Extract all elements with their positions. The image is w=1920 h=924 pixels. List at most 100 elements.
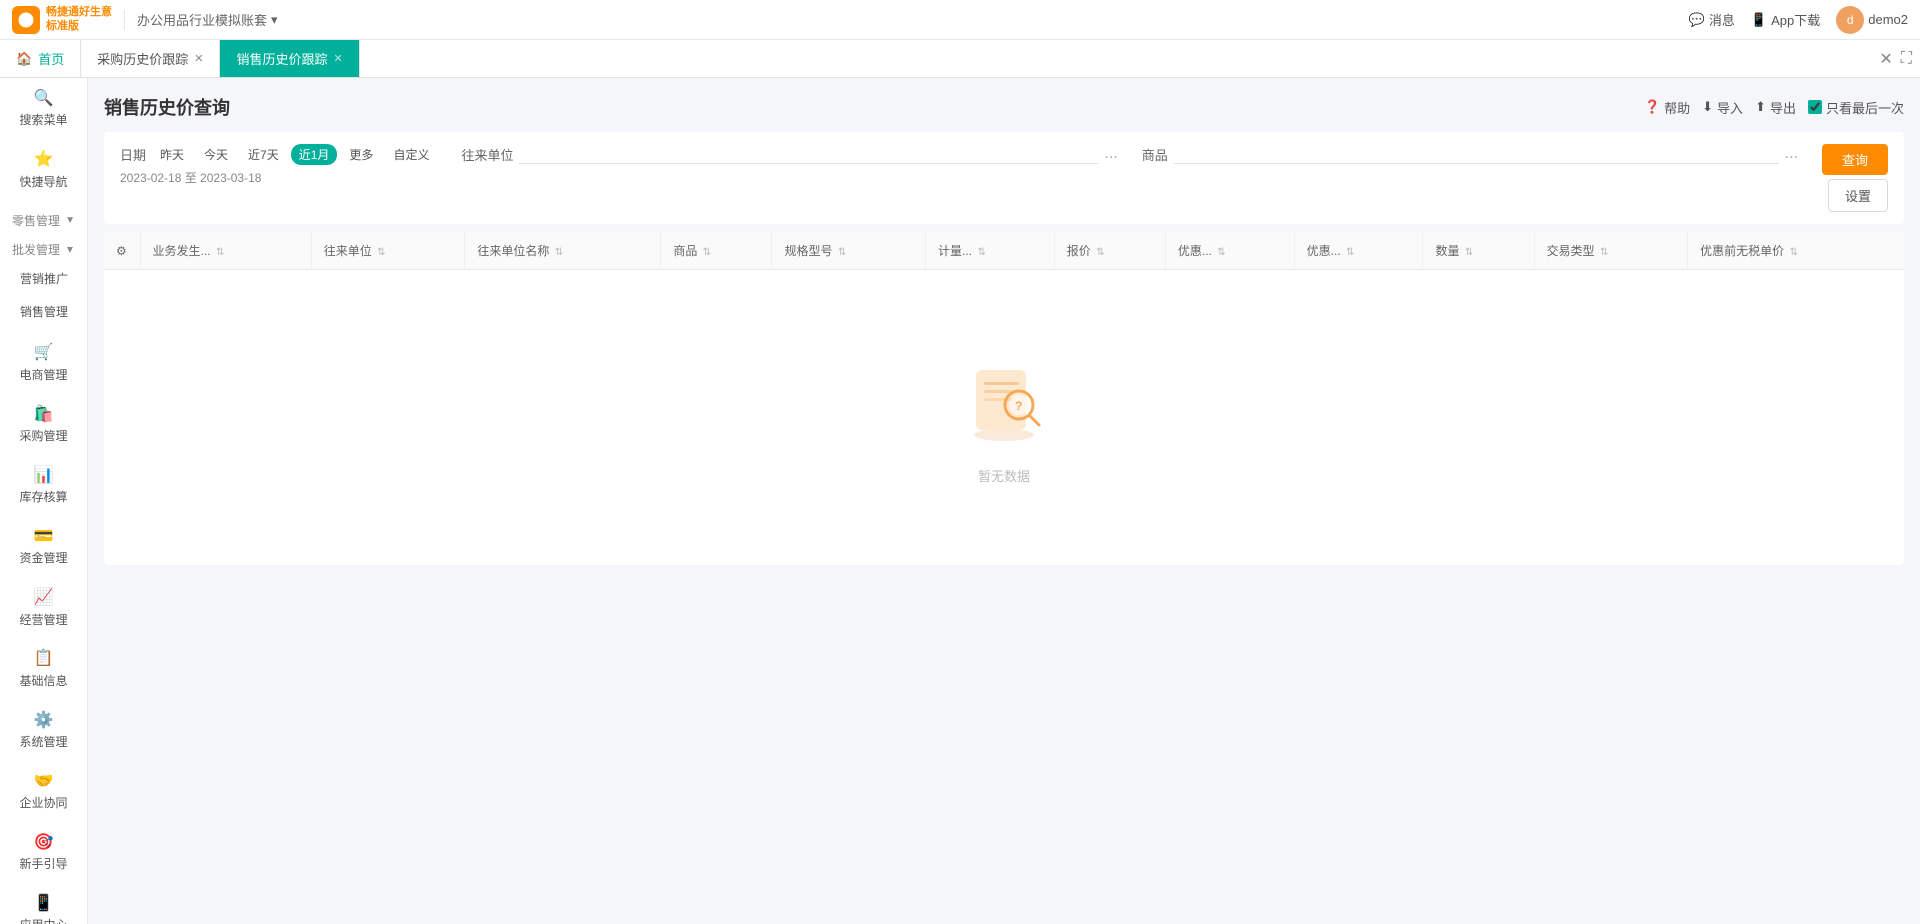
sidebar-item-search-menu[interactable]: 🔍 搜索菜单 [0, 78, 87, 139]
export-button[interactable]: ⬆ 导出 [1755, 98, 1796, 117]
ecommerce-icon: 🛒 [34, 342, 54, 364]
table-col-quantity[interactable]: 数量 ⇅ [1423, 232, 1534, 270]
date-btn-custom[interactable]: 自定义 [385, 144, 437, 165]
page-title: 销售历史价查询 [104, 94, 230, 120]
table-col-spec[interactable]: 规格型号 ⇅ [772, 232, 926, 270]
date-btn-today[interactable]: 今天 [196, 144, 236, 165]
date-btn-7days[interactable]: 近7天 [240, 144, 287, 165]
search-icon: 🔍 [34, 88, 54, 110]
table-header-row: ⚙ 业务发生... ⇅ 往来单位 ⇅ 往来单位名称 [104, 232, 1904, 270]
sidebar-item-ecommerce-mgmt[interactable]: 🛒 电商管理 [0, 332, 87, 393]
topbar: 6 畅捷通好生意 标准版 办公用品行业模拟账套 ▾ 💬 消息 📱 App下载 d… [0, 0, 1920, 40]
date-filter-label: 日期 [120, 145, 146, 164]
basic-info-icon: 📋 [34, 648, 54, 670]
sidebar-item-basic-info[interactable]: 📋 基础信息 [0, 638, 87, 699]
avatar: d [1836, 6, 1864, 34]
help-icon: ❓ [1644, 99, 1660, 115]
message-action[interactable]: 💬 消息 [1689, 10, 1735, 29]
chevron-down-icon: ▼ [65, 215, 75, 226]
logo-area[interactable]: 6 畅捷通好生意 标准版 [12, 6, 112, 34]
guide-icon: 🎯 [34, 832, 54, 854]
date-btn-1month[interactable]: 近1月 [291, 144, 338, 165]
close-all-tabs-button[interactable]: ✕ [1879, 49, 1892, 69]
empty-illustration: ? [954, 350, 1054, 450]
topbar-left: 6 畅捷通好生意 标准版 办公用品行业模拟账套 ▾ [12, 6, 278, 34]
app-center-icon: 📱 [34, 893, 54, 915]
date-btn-yesterday[interactable]: 昨天 [152, 144, 192, 165]
sidebar-item-enterprise-collab[interactable]: 🤝 企业协同 [0, 761, 87, 822]
logo-icon: 6 [12, 6, 40, 34]
page-content: 销售历史价查询 ❓ 帮助 ⬇ 导入 ⬆ 导出 [88, 78, 1920, 924]
table-col-discount2[interactable]: 优惠... ⇅ [1294, 232, 1423, 270]
sidebar: 🔍 搜索菜单 ⭐ 快捷导航 零售管理 ▼ 批发管理 ▲ 营销推广 销售管理 🛒 … [0, 78, 88, 924]
query-button[interactable]: 查询 [1822, 144, 1888, 175]
inventory-icon: 📊 [34, 465, 54, 487]
sidebar-item-quick-nav[interactable]: ⭐ 快捷导航 [0, 139, 87, 200]
close-tab-purchase-icon[interactable]: ✕ [194, 52, 203, 65]
sidebar-item-newbie-guide[interactable]: 🎯 新手引导 [0, 822, 87, 883]
purchase-icon: 🛍️ [34, 404, 54, 426]
sort-icon-pre-tax-price: ⇅ [1789, 247, 1797, 258]
table-col-partner-code[interactable]: 往来单位 ⇅ [311, 232, 465, 270]
tab-sales-history[interactable]: 销售历史价跟踪 ✕ [220, 40, 359, 77]
sidebar-item-app-center[interactable]: 📱 应用中心 [0, 883, 87, 924]
goods-input[interactable] [1174, 144, 1779, 164]
sidebar-item-retail-mgmt[interactable]: 零售管理 ▼ [0, 204, 87, 233]
sidebar-item-wholesale-mgmt[interactable]: 批发管理 ▲ [0, 233, 87, 262]
partner-dots-button[interactable]: ... [1104, 145, 1117, 163]
table-col-discount1[interactable]: 优惠... ⇅ [1165, 232, 1294, 270]
sidebar-item-finance-mgmt[interactable]: 💳 资金管理 [0, 516, 87, 577]
tabbar: 🏠 首页 采购历史价跟踪 ✕ 销售历史价跟踪 ✕ ✕ ⛶ [0, 40, 1920, 78]
svg-text:?: ? [1015, 399, 1022, 413]
partner-input[interactable] [519, 144, 1098, 164]
only-last-checkbox[interactable] [1808, 100, 1822, 114]
sort-icon-quantity: ⇅ [1465, 247, 1473, 258]
table-col-quote-price[interactable]: 报价 ⇅ [1054, 232, 1165, 270]
settings-button[interactable]: 设置 [1828, 179, 1888, 212]
svg-text:6: 6 [22, 15, 27, 25]
sidebar-item-purchase-mgmt[interactable]: 🛍️ 采购管理 [0, 394, 87, 455]
sort-icon-trade-type: ⇅ [1600, 247, 1608, 258]
chevron-up-icon: ▲ [65, 244, 75, 255]
fullscreen-button[interactable]: ⛶ [1901, 50, 1912, 68]
message-icon: 💬 [1689, 12, 1705, 28]
partner-filter: 往来单位 ... [461, 144, 1117, 164]
table-col-biz-date[interactable]: 业务发生... ⇅ [140, 232, 311, 270]
topbar-right: 💬 消息 📱 App下载 d demo2 [1689, 6, 1908, 34]
sidebar-item-sales-mgmt[interactable]: 销售管理 [0, 295, 87, 328]
sidebar-item-system-mgmt[interactable]: ⚙️ 系统管理 [0, 700, 87, 761]
sidebar-item-inventory-check[interactable]: 📊 库存核算 [0, 455, 87, 516]
user-profile[interactable]: d demo2 [1836, 6, 1908, 34]
help-button[interactable]: ❓ 帮助 [1644, 98, 1690, 117]
close-tab-sales-icon[interactable]: ✕ [333, 52, 342, 65]
topbar-title[interactable]: 办公用品行业模拟账套 ▾ [137, 10, 278, 29]
date-btn-more[interactable]: 更多 [341, 144, 381, 165]
content-area: 销售历史价查询 ❓ 帮助 ⬇ 导入 ⬆ 导出 [88, 78, 1920, 924]
table-col-pre-tax-price[interactable]: 优惠前无税单价 ⇅ [1688, 232, 1904, 270]
sort-icon-unit: ⇅ [977, 247, 985, 258]
sidebar-item-operations-mgmt[interactable]: 📈 经营管理 [0, 577, 87, 638]
import-button[interactable]: ⬇ 导入 [1702, 98, 1743, 117]
table-col-unit[interactable]: 计量... ⇅ [926, 232, 1055, 270]
import-icon: ⬇ [1702, 99, 1713, 115]
system-icon: ⚙️ [34, 710, 54, 732]
only-last-checkbox-label[interactable]: 只看最后一次 [1808, 98, 1904, 117]
table-header: ⚙ 业务发生... ⇅ 往来单位 ⇅ 往来单位名称 [104, 232, 1904, 270]
goods-dots-button[interactable]: ... [1785, 145, 1798, 163]
date-buttons: 昨天 今天 近7天 近1月 更多 自定义 [152, 144, 437, 165]
empty-state: ? 暂无数据 [104, 270, 1904, 565]
tab-purchase-history[interactable]: 采购历史价跟踪 ✕ [81, 40, 220, 77]
tabbar-actions: ✕ ⛶ [1871, 40, 1920, 77]
table-col-partner-name[interactable]: 往来单位名称 ⇅ [465, 232, 661, 270]
table-col-trade-type[interactable]: 交易类型 ⇅ [1534, 232, 1688, 270]
filter-actions: 查询 设置 [1822, 144, 1888, 212]
gear-icon[interactable]: ⚙ [116, 244, 127, 258]
empty-text: 暂无数据 [978, 466, 1030, 485]
table-col-gear: ⚙ [104, 232, 140, 270]
topbar-dropdown-icon: ▾ [271, 12, 278, 28]
sort-icon-partner-code: ⇅ [377, 247, 385, 258]
app-download-action[interactable]: 📱 App下载 [1751, 10, 1820, 29]
sidebar-item-marketing[interactable]: 营销推广 [0, 262, 87, 295]
table-col-goods[interactable]: 商品 ⇅ [661, 232, 772, 270]
tab-home[interactable]: 🏠 首页 [0, 40, 81, 77]
